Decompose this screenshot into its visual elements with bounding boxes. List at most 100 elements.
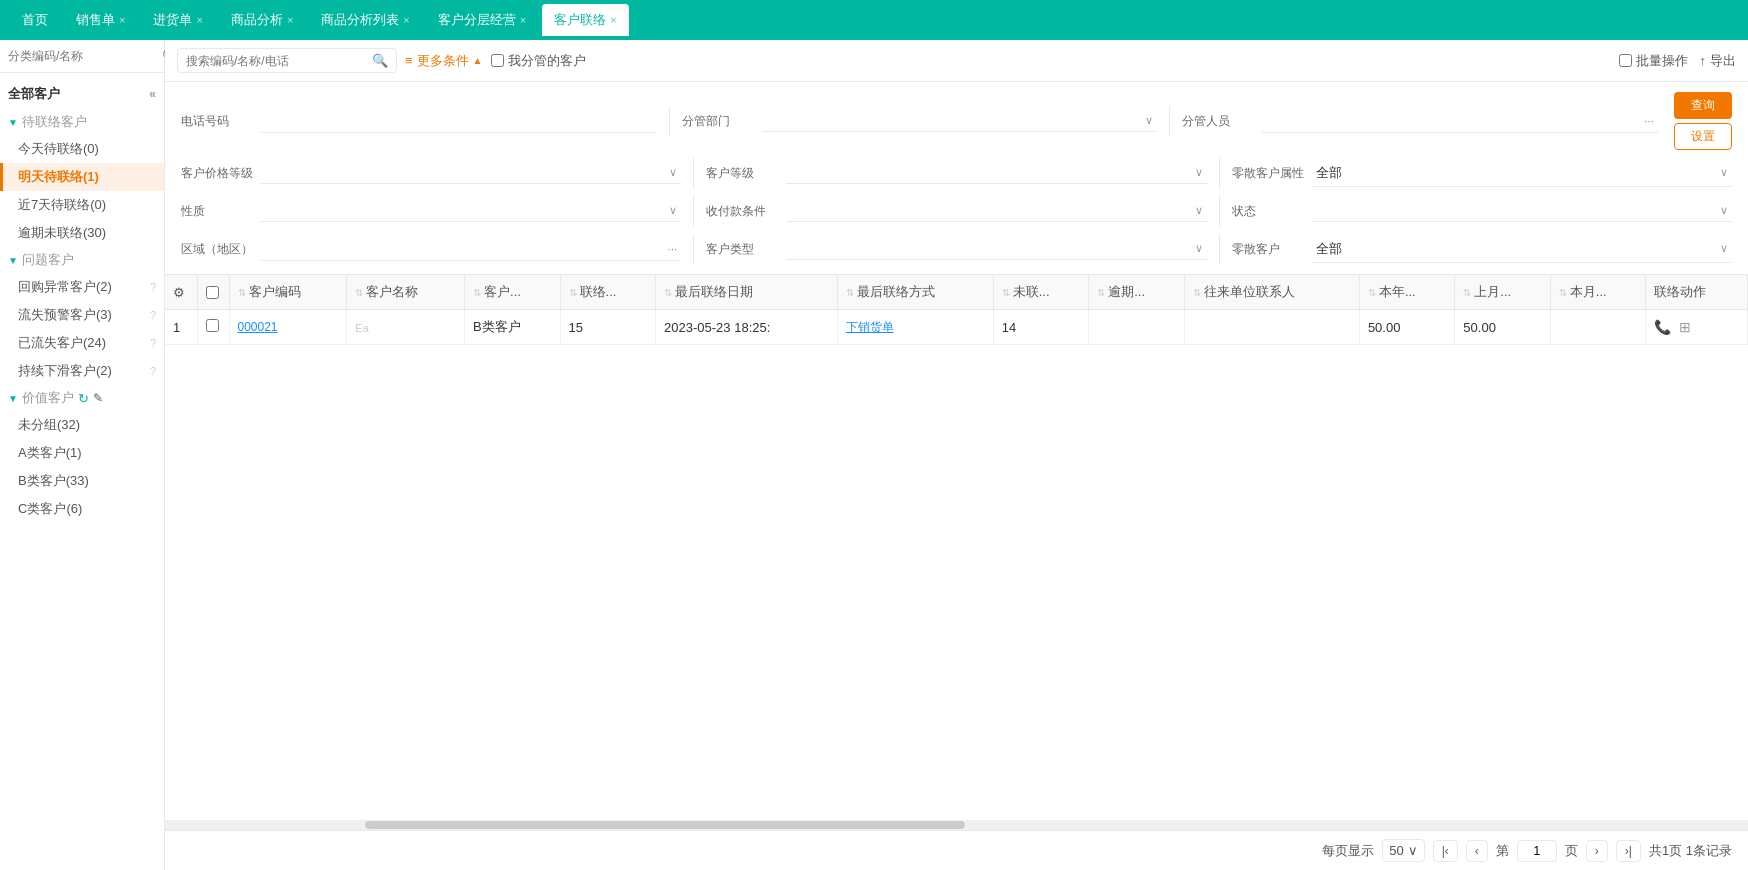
filter-input-phone[interactable] <box>261 110 657 133</box>
search-box: 🔍 <box>177 48 397 73</box>
td-code[interactable]: 000021 <box>229 310 347 345</box>
top-navigation: 首页 销售单 × 进货单 × 商品分析 × 商品分析列表 × 客户分层经营 × … <box>0 0 1748 40</box>
pagination-bar: 每页显示 50 ∨ |‹ ‹ 第 页 › ›| 共1页 1条记录 <box>165 830 1748 870</box>
row-checkbox[interactable] <box>206 319 219 332</box>
nav-close-purchase[interactable]: × <box>196 14 202 26</box>
divider-1 <box>669 106 670 136</box>
nav-item-sales[interactable]: 销售单 × <box>64 4 137 36</box>
filter-select-nature[interactable]: ∨ <box>261 200 681 222</box>
sidebar-item-overdue[interactable]: 逾期未联络(30) <box>0 219 164 247</box>
page-size-value: 50 <box>1389 843 1403 858</box>
first-page-btn[interactable]: |‹ <box>1433 840 1458 862</box>
chevron-down-icon-page: ∨ <box>1408 843 1418 858</box>
filter-select-payment[interactable]: ∨ <box>786 200 1206 222</box>
filter-select-customer-level[interactable]: ∨ <box>786 162 1206 184</box>
sidebar-item-today[interactable]: 今天待联络(0) <box>0 135 164 163</box>
th-action: 联络动作 <box>1646 275 1748 310</box>
nav-close-customer-contact[interactable]: × <box>610 14 616 26</box>
sidebar-item-week[interactable]: 近7天待联络(0) <box>0 191 164 219</box>
sidebar-item-churned[interactable]: 已流失客户(24) ? <box>0 329 164 357</box>
nav-item-home[interactable]: 首页 <box>10 4 60 36</box>
last-page-btn[interactable]: ›| <box>1616 840 1641 862</box>
edit-icon[interactable]: ✎ <box>93 391 103 405</box>
query-button[interactable]: 查询 <box>1674 92 1732 119</box>
th-last-method: ⇅ 最后联络方式 <box>837 275 993 310</box>
nav-close-product-analysis[interactable]: × <box>287 14 293 26</box>
help-icon-3[interactable]: ? <box>150 337 156 349</box>
nav-item-product-analysis[interactable]: 商品分析 × <box>219 4 305 36</box>
sidebar-item-tomorrow[interactable]: 明天待联络(1) <box>0 163 164 191</box>
my-customers-check[interactable] <box>491 54 504 67</box>
th-uncontacted: ⇅ 未联... <box>993 275 1088 310</box>
select-all-checkbox[interactable] <box>206 286 219 299</box>
filter-select-price-level[interactable]: ∨ <box>261 162 681 184</box>
sidebar-item-repurchase-abnormal[interactable]: 回购异常客户(2) ? <box>0 273 164 301</box>
nav-item-product-analysis-list[interactable]: 商品分析列表 × <box>309 4 421 36</box>
nav-close-customer-tier[interactable]: × <box>520 14 526 26</box>
td-last-method[interactable]: 下销货单 <box>837 310 993 345</box>
action-phone-icon[interactable]: 📞 <box>1654 319 1671 335</box>
chevron-down-icon-retail-attr: ∨ <box>1720 166 1728 179</box>
customers-table: ⚙ ⇅ 客户编码 ⇅ <box>165 275 1748 345</box>
main-search-icon[interactable]: 🔍 <box>372 53 388 68</box>
sidebar-item-churn-warning[interactable]: 流失预警客户(3) ? <box>0 301 164 329</box>
filter-select-retail[interactable]: 全部 ∨ <box>1312 236 1732 263</box>
scrollbar-thumb[interactable] <box>365 821 965 829</box>
sidebar-item-declining[interactable]: 持续下滑客户(2) ? <box>0 357 164 385</box>
filter-select-customer-type[interactable]: ∨ <box>786 238 1206 260</box>
last-method-link[interactable]: 下销货单 <box>846 320 894 334</box>
filter-field-status: 状态 ∨ <box>1232 200 1732 222</box>
filter-select-status[interactable]: ∨ <box>1312 200 1732 222</box>
sidebar-all-customers[interactable]: 全部客户 « <box>0 79 164 109</box>
settings-icon[interactable]: ⚙ <box>173 285 185 300</box>
th-type: ⇅ 客户... <box>465 275 560 310</box>
next-page-btn[interactable]: › <box>1586 840 1608 862</box>
sidebar-collapse-icon[interactable]: « <box>149 87 156 101</box>
help-icon-1[interactable]: ? <box>150 281 156 293</box>
settings-button[interactable]: 设置 <box>1674 123 1732 150</box>
sidebar-search-input[interactable] <box>8 49 158 63</box>
sidebar-item-type-c[interactable]: C类客户(6) <box>0 495 164 523</box>
action-grid-icon[interactable]: ⊞ <box>1679 319 1691 335</box>
filter-select-manager[interactable]: ··· <box>1262 110 1658 133</box>
filter-row-3: 性质 ∨ 收付款条件 ∨ 状态 <box>181 196 1732 226</box>
th-this-month: ⇅ 本月... <box>1550 275 1645 310</box>
chevron-down-icon-nature: ∨ <box>669 204 677 217</box>
sort-icon-name: ⇅ <box>355 287 363 298</box>
sidebar-item-type-b[interactable]: B类客户(33) <box>0 467 164 495</box>
chevron-down-icon-retail: ∨ <box>1720 242 1728 255</box>
filter-select-retail-attr[interactable]: 全部 ∨ <box>1312 160 1732 187</box>
main-search-input[interactable] <box>186 54 366 68</box>
th-settings: ⚙ <box>165 275 197 310</box>
help-icon-4[interactable]: ? <box>150 365 156 377</box>
nav-item-customer-tier[interactable]: 客户分层经营 × <box>426 4 538 36</box>
nav-item-purchase[interactable]: 进货单 × <box>141 4 214 36</box>
sidebar-item-type-a[interactable]: A类客户(1) <box>0 439 164 467</box>
nav-close-product-analysis-list[interactable]: × <box>403 14 409 26</box>
triangle-icon-3: ▼ <box>8 393 18 404</box>
filter-select-region[interactable]: ··· <box>261 238 681 261</box>
td-name[interactable]: Ea <box>347 310 465 345</box>
page-input[interactable] <box>1517 840 1557 862</box>
nav-close-sales[interactable]: × <box>119 14 125 26</box>
nav-item-customer-contact[interactable]: 客户联络 × <box>542 4 628 36</box>
export-btn[interactable]: ↑ 导出 <box>1700 52 1737 70</box>
help-icon-2[interactable]: ? <box>150 309 156 321</box>
batch-op-check[interactable] <box>1619 54 1632 67</box>
td-last-month: 50.00 <box>1455 310 1550 345</box>
filter-field-manager: 分管人员 ··· <box>1182 110 1658 133</box>
my-customers-checkbox[interactable]: 我分管的客户 <box>491 52 586 70</box>
horizontal-scrollbar[interactable] <box>165 820 1748 830</box>
sidebar-item-ungrouped[interactable]: 未分组(32) <box>0 411 164 439</box>
refresh-icon[interactable]: ↻ <box>78 391 89 406</box>
batch-op-btn[interactable]: 批量操作 <box>1619 52 1688 70</box>
chevron-down-icon-dept: ∨ <box>1145 114 1153 127</box>
more-dots-manager[interactable]: ··· <box>1644 114 1654 128</box>
more-dots-region[interactable]: ··· <box>667 242 677 256</box>
more-conditions-btn[interactable]: ≡ 更多条件 ▲ <box>405 52 483 70</box>
filter-field-price-level: 客户价格等级 ∨ <box>181 162 681 184</box>
filter-select-dept[interactable]: ∨ <box>762 110 1158 132</box>
page-size-select[interactable]: 50 ∨ <box>1382 839 1424 862</box>
sort-icon-ty: ⇅ <box>1368 287 1376 298</box>
prev-page-btn[interactable]: ‹ <box>1466 840 1488 862</box>
